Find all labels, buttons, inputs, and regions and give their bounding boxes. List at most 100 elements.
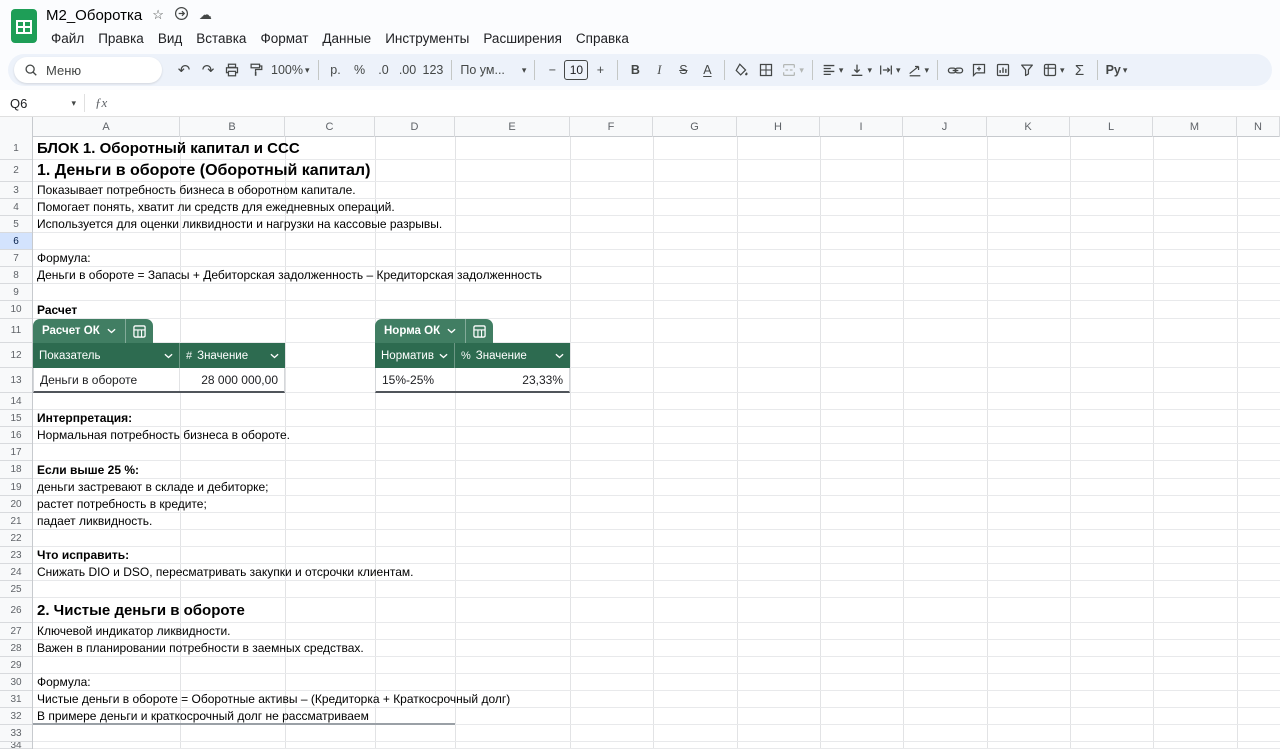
row-header-28[interactable]: 28 — [0, 640, 32, 657]
row-header-9[interactable]: 9 — [0, 284, 32, 301]
column-header-N[interactable]: N — [1237, 117, 1280, 137]
cell-b13[interactable]: 28 000 000,00 — [180, 368, 284, 391]
search-menus-button[interactable]: Меню — [14, 57, 162, 83]
document-title[interactable]: М2_Оборотка — [46, 7, 142, 24]
row-header-5[interactable]: 5 — [0, 216, 32, 233]
more-formats-button[interactable]: 123 — [420, 58, 447, 82]
row-header-27[interactable]: 27 — [0, 623, 32, 640]
row-header-34[interactable]: 34 — [0, 742, 32, 749]
column-header-L[interactable]: L — [1070, 117, 1153, 137]
row-header-15[interactable]: 15 — [0, 410, 32, 427]
cell-text[interactable]: Деньги в обороте = Запасы + Дебиторская … — [37, 267, 542, 283]
menu-tools[interactable]: Инструменты — [378, 28, 476, 49]
sheet-cells[interactable]: БЛОК 1. Оборотный капитал и ССС1. Деньги… — [33, 137, 1280, 749]
row-header-13[interactable]: 13 — [0, 368, 32, 393]
column-header-K[interactable]: K — [987, 117, 1070, 137]
row-header-22[interactable]: 22 — [0, 530, 32, 547]
row-header-30[interactable]: 30 — [0, 674, 32, 691]
row-header-31[interactable]: 31 — [0, 691, 32, 708]
cell-text[interactable]: Формула: — [37, 674, 91, 690]
name-box[interactable]: Q6 ▾ — [0, 96, 84, 111]
zoom-select[interactable]: 100%▾ — [268, 58, 313, 82]
insert-comment-button[interactable] — [967, 58, 991, 82]
increase-decimal-button[interactable]: .00 — [396, 58, 420, 82]
row-header-1[interactable]: 1 — [0, 137, 32, 160]
input-tools-button[interactable]: Ру ▾ — [1103, 58, 1131, 82]
cell-text[interactable]: Помогает понять, хватит ли средств для е… — [37, 199, 395, 215]
cell-text[interactable]: Расчет — [37, 301, 77, 318]
row-header-25[interactable]: 25 — [0, 581, 32, 598]
cell-d13[interactable]: 15%-25% — [376, 368, 456, 391]
sheets-logo-icon[interactable] — [10, 8, 38, 44]
text-wrap-button[interactable]: ▾ — [875, 58, 904, 82]
decrease-font-size-button[interactable]: − — [540, 58, 564, 82]
table-tab-raschet-ok[interactable]: Расчет ОК — [33, 319, 153, 343]
row-header-16[interactable]: 16 — [0, 427, 32, 444]
table-views-button[interactable]: ▾ — [1039, 58, 1068, 82]
menu-file[interactable]: Файл — [44, 28, 91, 49]
vertical-align-button[interactable]: ▾ — [846, 58, 875, 82]
row-header-3[interactable]: 3 — [0, 182, 32, 199]
merge-cells-button[interactable]: ▾ — [778, 58, 807, 82]
menu-help[interactable]: Справка — [569, 28, 636, 49]
insert-chart-button[interactable] — [991, 58, 1015, 82]
table-column-header[interactable]: % Значение — [455, 343, 570, 368]
cell-text[interactable]: Нормальная потребность бизнеса в обороте… — [37, 427, 290, 443]
cell-text[interactable]: падает ликвидность. — [37, 513, 152, 529]
cell-text[interactable]: Важен в планировании потребности в заемн… — [37, 640, 364, 656]
cell-text[interactable]: 1. Деньги в обороте (Оборотный капитал) — [37, 160, 370, 181]
insert-link-button[interactable] — [943, 58, 967, 82]
menu-insert[interactable]: Вставка — [189, 28, 253, 49]
table-options-button[interactable] — [125, 319, 153, 343]
column-header-F[interactable]: F — [570, 117, 653, 137]
row-header-32[interactable]: 32 — [0, 708, 32, 725]
row-header-20[interactable]: 20 — [0, 496, 32, 513]
menu-view[interactable]: Вид — [151, 28, 189, 49]
row-header-33[interactable]: 33 — [0, 725, 32, 742]
create-filter-button[interactable] — [1015, 58, 1039, 82]
increase-font-size-button[interactable]: + — [588, 58, 612, 82]
cell-text[interactable]: Чистые деньги в обороте = Оборотные акти… — [37, 691, 510, 707]
format-currency-button[interactable]: р. — [324, 58, 348, 82]
font-family-select[interactable]: По ум...▾ — [457, 58, 529, 82]
cell-text[interactable]: 2. Чистые деньги в обороте — [37, 598, 245, 622]
column-header-C[interactable]: C — [285, 117, 375, 137]
redo-button[interactable]: ↷ — [196, 58, 220, 82]
menu-extensions[interactable]: Расширения — [476, 28, 569, 49]
row-header-12[interactable]: 12 — [0, 343, 32, 368]
menu-data[interactable]: Данные — [315, 28, 378, 49]
row-header-2[interactable]: 2 — [0, 160, 32, 182]
menu-format[interactable]: Формат — [253, 28, 315, 49]
row-header-11[interactable]: 11 — [0, 319, 32, 343]
column-header-E[interactable]: E — [455, 117, 570, 137]
paint-format-button[interactable] — [244, 58, 268, 82]
select-all-corner[interactable] — [0, 117, 33, 137]
fill-color-button[interactable] — [730, 58, 754, 82]
cell-text[interactable]: деньги застревают в складе и дебиторке; — [37, 479, 269, 495]
cell-text[interactable]: В примере деньги и краткосрочный долг не… — [37, 708, 369, 724]
column-header-B[interactable]: B — [180, 117, 285, 137]
cell-text[interactable]: Снижать DIO и DSO, пересматривать закупк… — [37, 564, 413, 580]
column-header-J[interactable]: J — [903, 117, 987, 137]
cell-text[interactable]: Показывает потребность бизнеса в оборотн… — [37, 182, 356, 198]
functions-button[interactable]: Σ — [1068, 58, 1092, 82]
cell-text[interactable]: Если выше 25 %: — [37, 461, 139, 478]
decrease-decimal-button[interactable]: .0 — [372, 58, 396, 82]
row-header-17[interactable]: 17 — [0, 444, 32, 461]
column-header-D[interactable]: D — [375, 117, 455, 137]
column-header-I[interactable]: I — [820, 117, 903, 137]
document-status-cloud-icon[interactable]: ☁ — [199, 7, 212, 23]
row-header-8[interactable]: 8 — [0, 267, 32, 284]
row-header-10[interactable]: 10 — [0, 301, 32, 319]
table-tab-norma-ok[interactable]: Норма ОК — [375, 319, 493, 343]
format-percent-button[interactable]: % — [348, 58, 372, 82]
cell-text[interactable]: Формула: — [37, 250, 91, 266]
font-size-input[interactable]: 10 — [564, 60, 588, 80]
row-header-26[interactable]: 26 — [0, 598, 32, 623]
print-button[interactable] — [220, 58, 244, 82]
row-header-7[interactable]: 7 — [0, 250, 32, 267]
cell-text[interactable]: Ключевой индикатор ликвидности. — [37, 623, 230, 639]
table-column-header[interactable]: # Значение — [180, 343, 285, 368]
row-header-21[interactable]: 21 — [0, 513, 32, 530]
horizontal-align-button[interactable]: ▾ — [818, 58, 847, 82]
